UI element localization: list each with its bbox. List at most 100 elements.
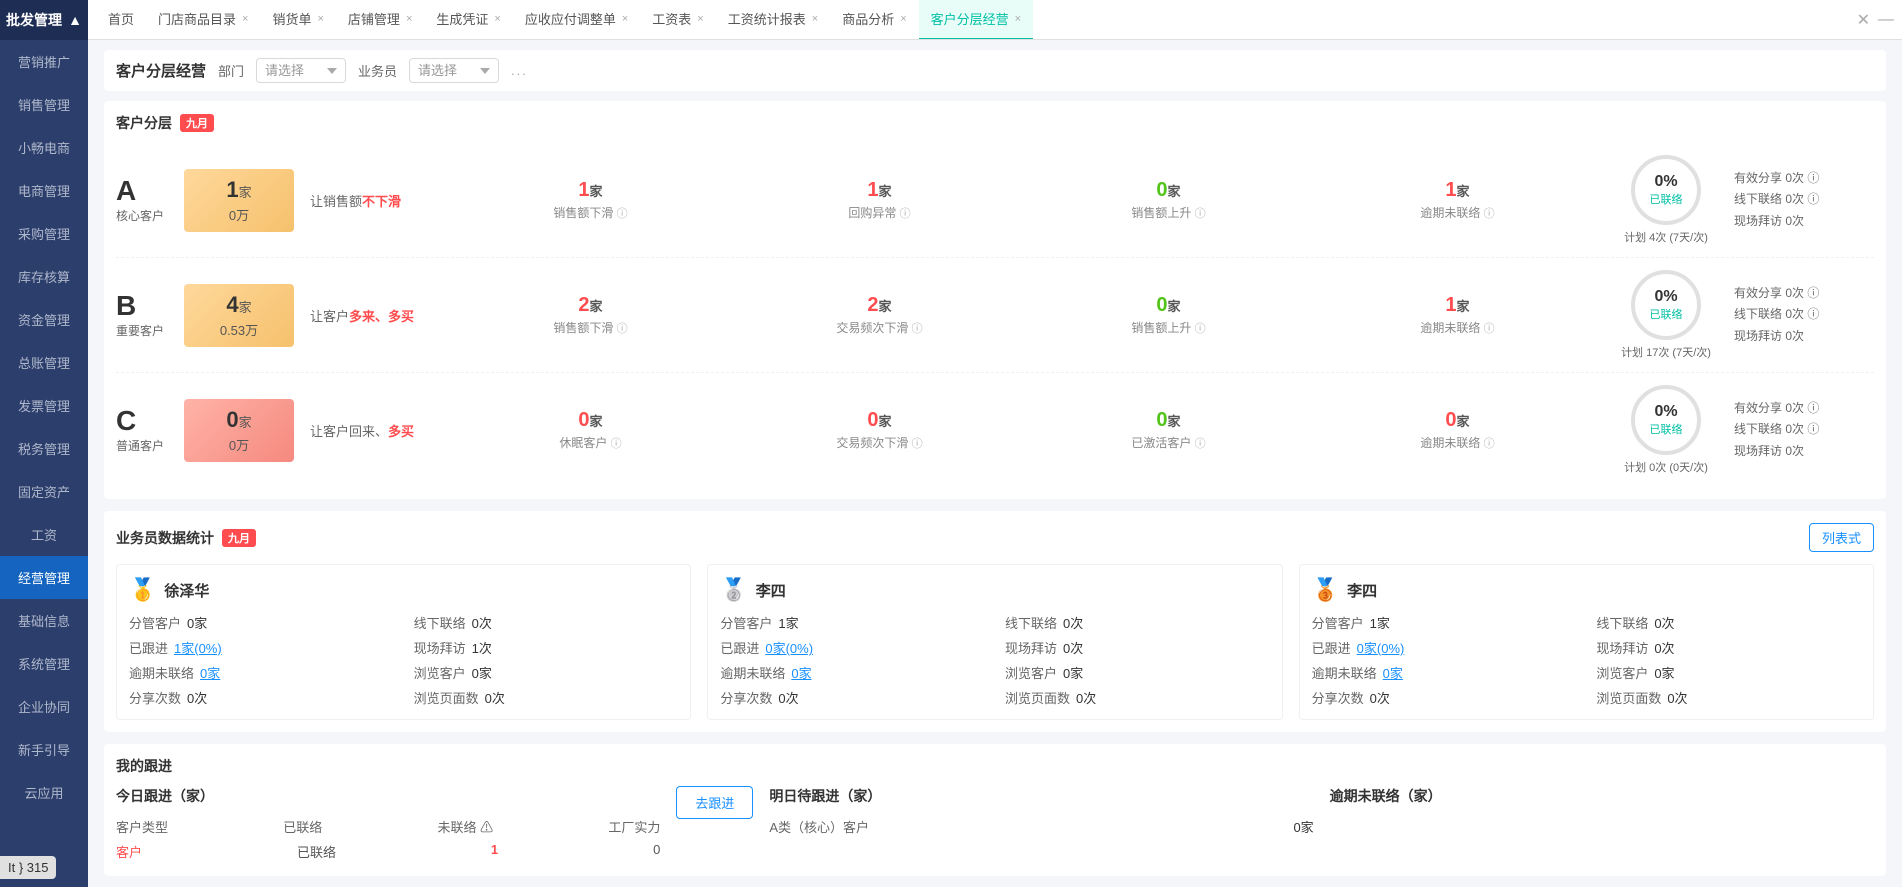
tier-suggestion-C: 让客户回来、多买	[302, 421, 442, 440]
staff-stat-row: 浏览页面数0次	[1005, 688, 1270, 707]
stat-销售额下滑: 1家销售额下滑 ⓘ	[450, 173, 731, 227]
more-options[interactable]: ...	[511, 63, 528, 78]
sidebar-item-资金管理[interactable]: 资金管理	[0, 298, 88, 341]
staff-month-badge: 九月	[222, 529, 256, 547]
staff-stat-label: 已跟进	[1312, 638, 1351, 657]
staff-stat-value: 0次	[1654, 638, 1674, 657]
staff-stat-row: 逾期未联络0家	[720, 663, 985, 682]
sidebar-item-系统管理[interactable]: 系统管理	[0, 642, 88, 685]
staff-stat-value[interactable]: 0家(0%)	[1357, 638, 1405, 657]
customer-tier-section: 客户分层 九月 A核心客户1家0万让销售额不下滑1家销售额下滑 ⓘ1家回购异常 …	[104, 101, 1886, 499]
tier-letter-A: A核心客户	[116, 177, 176, 224]
tab-客户分层经营[interactable]: 客户分层经营×	[919, 0, 1033, 40]
tier-month-badge: 九月	[180, 114, 214, 132]
sidebar-toggle-icon[interactable]: ▲	[68, 12, 82, 28]
tab-close-门店商品目录[interactable]: ×	[242, 13, 248, 25]
tab-生成凭证[interactable]: 生成凭证×	[424, 0, 512, 40]
list-view-button[interactable]: 列表式	[1809, 523, 1874, 552]
tab-销货单[interactable]: 销货单×	[260, 0, 335, 40]
page-content: 客户分层经营 部门 请选择 业务员 请选择 ... 客户分层 九月 A核心客户1…	[88, 40, 1902, 887]
sidebar-item-采购管理[interactable]: 采购管理	[0, 212, 88, 255]
tier-row-B: B重要客户4家0.53万让客户多来、多买2家销售额下滑 ⓘ2家交易频次下滑 ⓘ0…	[116, 258, 1874, 373]
staff-stat-value: 0次	[187, 688, 207, 707]
staff-stat-value[interactable]: 0家	[791, 663, 811, 682]
sidebar-header[interactable]: 批发管理 ▲	[0, 0, 88, 40]
tier-extra-C: 有效分享 0次 ⓘ线下联络 0次 ⓘ现场拜访 0次	[1734, 398, 1874, 463]
staff-stat-label: 已跟进	[129, 638, 168, 657]
sidebar-item-电商管理[interactable]: 电商管理	[0, 169, 88, 212]
staff-stat-label: 分管客户	[129, 613, 181, 632]
staff-stat-label: 分享次数	[720, 688, 772, 707]
sidebar-item-销售管理[interactable]: 销售管理	[0, 83, 88, 126]
sidebar-item-云应用[interactable]: 云应用	[0, 771, 88, 814]
tab-首页[interactable]: 首页	[96, 0, 146, 40]
bottom-text: It } 315	[0, 856, 56, 879]
staff-stat-value[interactable]: 0家(0%)	[765, 638, 813, 657]
staff-stat-label: 分管客户	[1312, 613, 1364, 632]
staff-stat-value: 0家	[1654, 663, 1674, 682]
close-window-icon[interactable]: ✕	[1857, 10, 1870, 30]
tab-工资统计报表[interactable]: 工资统计报表×	[716, 0, 830, 40]
staff-stat-row: 分管客户0家	[129, 613, 394, 632]
staff-stat-value: 0次	[778, 688, 798, 707]
tab-门店商品目录[interactable]: 门店商品目录×	[146, 0, 260, 40]
minimize-icon[interactable]: —	[1878, 11, 1894, 29]
tab-close-商品分析[interactable]: ×	[900, 13, 906, 25]
tab-close-应收应付调整单[interactable]: ×	[622, 13, 628, 25]
sidebar-item-经营管理[interactable]: 经营管理	[0, 556, 88, 599]
tab-应收应付调整单[interactable]: 应收应付调整单×	[513, 0, 640, 40]
staff-header-李四: 🥈李四	[720, 577, 1269, 603]
sidebar-item-固定资产[interactable]: 固定资产	[0, 470, 88, 513]
staff-stat-value[interactable]: 0家	[1383, 663, 1403, 682]
sidebar-item-总账管理[interactable]: 总账管理	[0, 341, 88, 384]
tab-close-销货单[interactable]: ×	[317, 13, 323, 25]
followup-today-table: 客户类型已联络未联络 ⚠工厂实力 客户已联络10	[116, 814, 660, 864]
tab-close-客户分层经营[interactable]: ×	[1015, 13, 1021, 25]
sidebar-item-税务管理[interactable]: 税务管理	[0, 427, 88, 470]
staff-card-李四: 🥉李四分管客户1家线下联络0次已跟进0家(0%)现场拜访0次逾期未联络0家浏览客…	[1299, 564, 1874, 720]
staff-section-header: 业务员数据统计 九月 列表式	[116, 523, 1874, 552]
tab-close-工资表[interactable]: ×	[697, 13, 703, 25]
tab-close-店铺管理[interactable]: ×	[406, 13, 412, 25]
staff-stat-label: 浏览页面数	[414, 688, 479, 707]
staff-stat-label: 现场拜访	[414, 638, 466, 657]
staff-stat-row: 现场拜访1次	[414, 638, 679, 657]
staff-name: 李四	[1347, 580, 1377, 601]
sidebar-item-新手引导[interactable]: 新手引导	[0, 728, 88, 771]
staff-stat-row: 线下联络0次	[1596, 613, 1861, 632]
staff-medal: 🥇	[129, 577, 156, 603]
tab-商品分析[interactable]: 商品分析×	[830, 0, 918, 40]
followup-tomorrow-col: 明日待跟进（家） A类（核心）客户0家	[769, 786, 1313, 839]
sidebar-item-小畅电商[interactable]: 小畅电商	[0, 126, 88, 169]
sidebar-item-营销推广[interactable]: 营销推广	[0, 40, 88, 83]
staff-stat-row: 线下联络0次	[414, 613, 679, 632]
staff-stat-value[interactable]: 1家(0%)	[174, 638, 222, 657]
staff-stat-row: 分享次数0次	[1312, 688, 1577, 707]
sidebar-item-库存核算[interactable]: 库存核算	[0, 255, 88, 298]
staff-stat-row: 浏览页面数0次	[1596, 688, 1861, 707]
tab-工资表[interactable]: 工资表×	[640, 0, 715, 40]
sidebar-item-发票管理[interactable]: 发票管理	[0, 384, 88, 427]
followup-go-btn-col: 去跟进	[676, 786, 753, 819]
tab-close-工资统计报表[interactable]: ×	[812, 13, 818, 25]
dept-label: 部门	[218, 61, 244, 80]
main-area: 首页门店商品目录×销货单×店铺管理×生成凭证×应收应付调整单×工资表×工资统计报…	[88, 0, 1902, 887]
staff-stat-row: 逾期未联络0家	[129, 663, 394, 682]
staff-stat-row: 分管客户1家	[720, 613, 985, 632]
sidebar-title: 批发管理	[6, 10, 62, 30]
staff-header-left: 业务员数据统计 九月	[116, 528, 256, 548]
sidebar-item-工资[interactable]: 工资	[0, 513, 88, 556]
staff-header-李四: 🥉李四	[1312, 577, 1861, 603]
staff-stats-grid李四: 分管客户1家线下联络0次已跟进0家(0%)现场拜访0次逾期未联络0家浏览客户0家…	[720, 613, 1269, 707]
staff-select[interactable]: 请选择	[409, 58, 499, 83]
tab-close-生成凭证[interactable]: ×	[494, 13, 500, 25]
staff-stat-label: 分享次数	[1312, 688, 1364, 707]
staff-stat-value[interactable]: 0家	[200, 663, 220, 682]
sidebar-item-企业协同[interactable]: 企业协同	[0, 685, 88, 728]
tab-店铺管理[interactable]: 店铺管理×	[336, 0, 424, 40]
staff-stat-label: 浏览客户	[1005, 663, 1057, 682]
dept-select[interactable]: 请选择	[256, 58, 346, 83]
go-followup-button[interactable]: 去跟进	[676, 786, 753, 819]
followup-overdue-title: 逾期未联络（家）	[1330, 786, 1874, 806]
sidebar-item-基础信息[interactable]: 基础信息	[0, 599, 88, 642]
